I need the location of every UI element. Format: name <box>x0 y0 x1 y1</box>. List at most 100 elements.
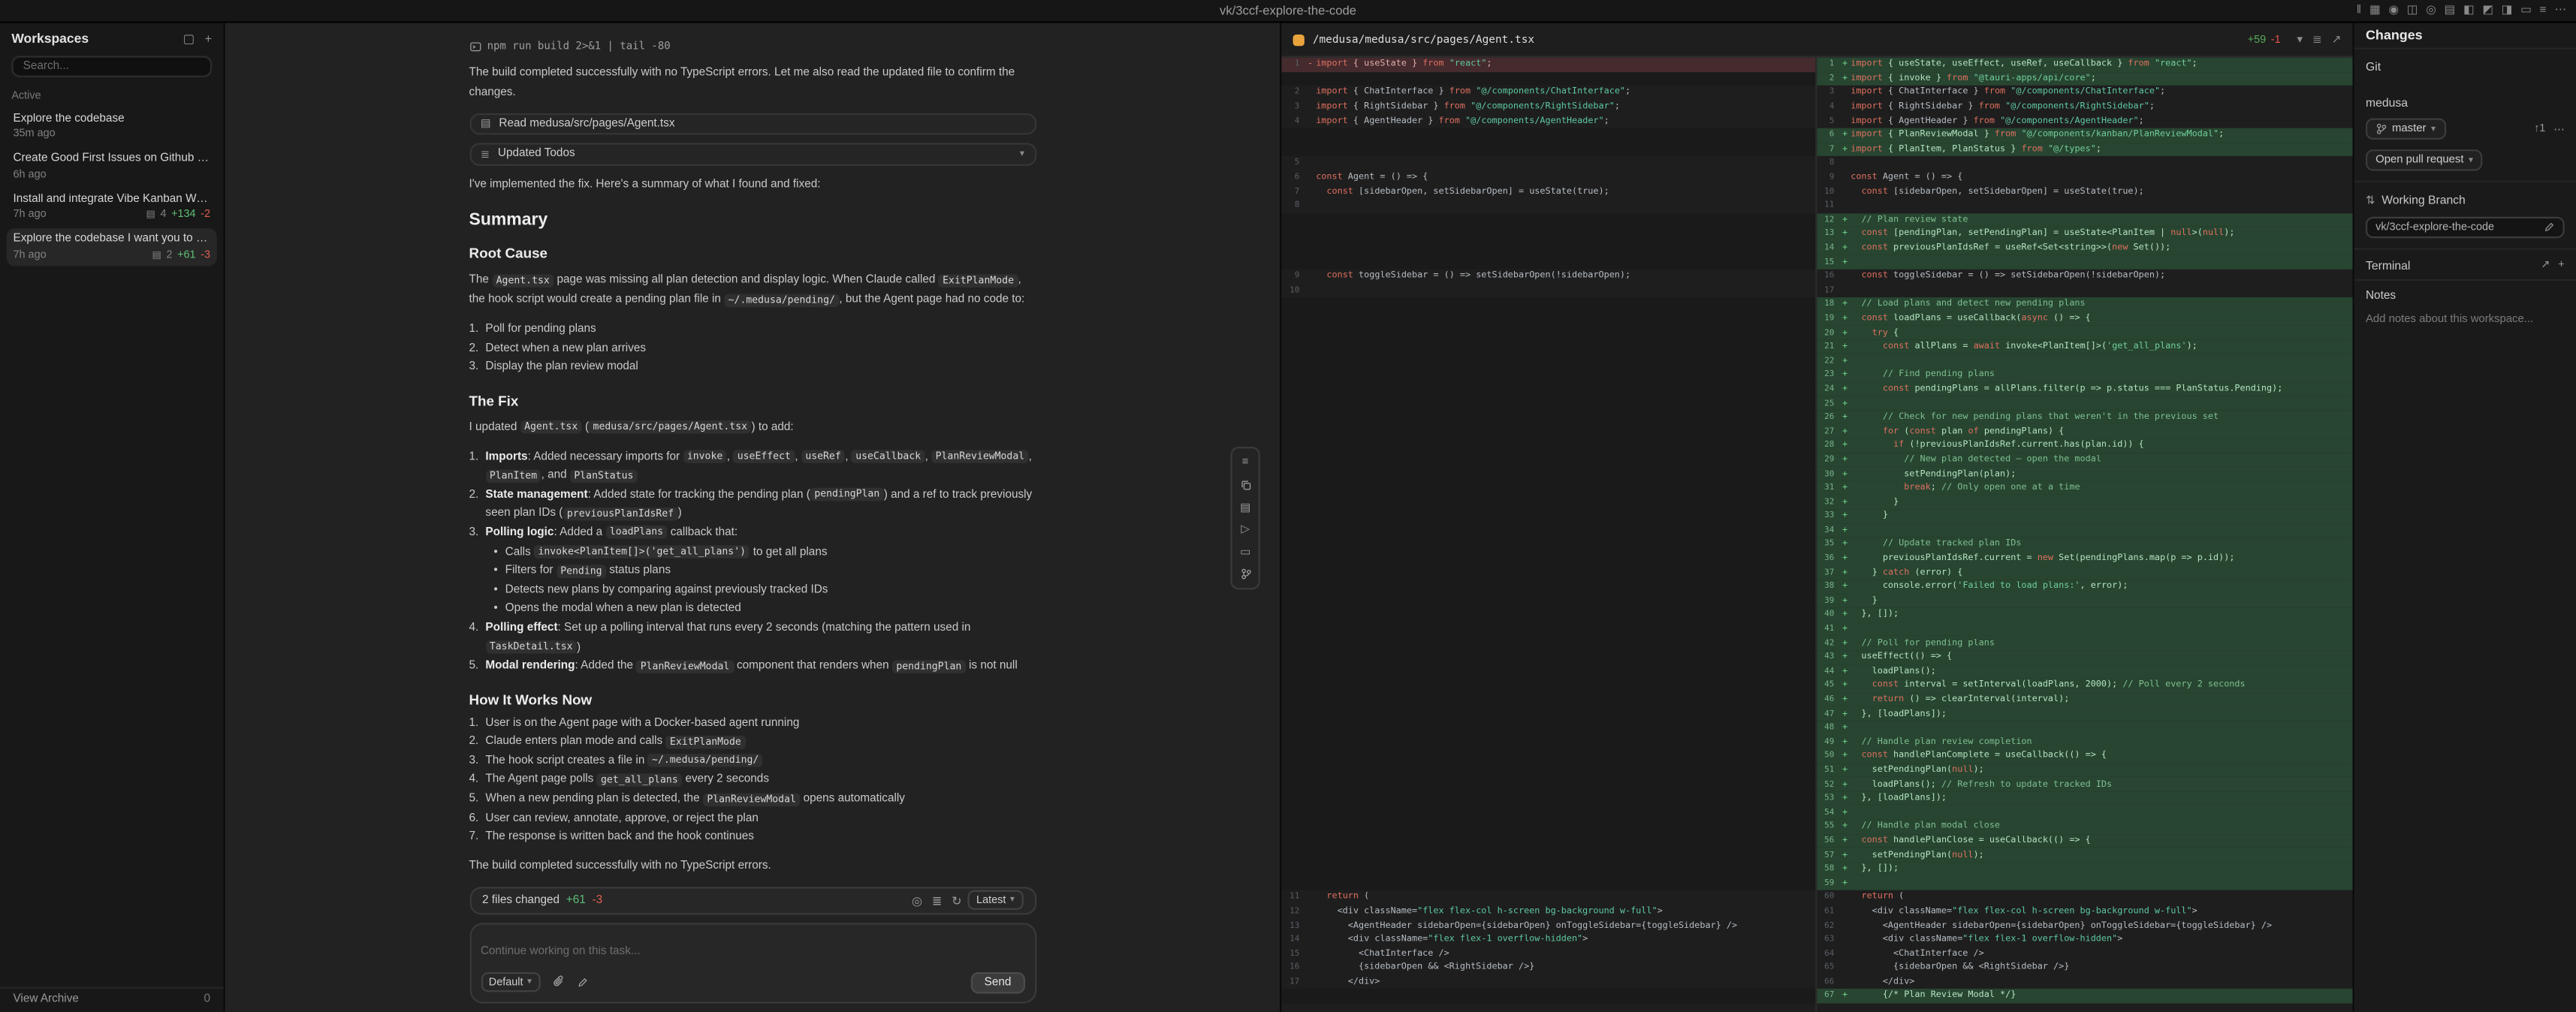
workspace-item[interactable]: Create Good First Issues on Github So...… <box>7 147 217 185</box>
changes-header: Changes <box>2354 23 2576 50</box>
eye-icon[interactable]: ◎ <box>912 893 922 908</box>
record-icon[interactable]: ◉ <box>2388 0 2398 23</box>
mode-selector[interactable]: Default ▾ <box>481 972 540 992</box>
files-changed-bar[interactable]: 2 files changed +61 -3 ◎≣↻ Latest ▾ <box>469 886 1036 914</box>
diff-filler <box>1281 594 1814 608</box>
diff-line: 7 const [sidebarOpen, setSidebarOpen] = … <box>1281 185 1814 199</box>
pause-icon[interactable]: ‖ <box>2357 0 2361 23</box>
commits-ahead-badge: ↑1 <box>2534 123 2545 134</box>
line-number: 49 <box>1816 737 1839 747</box>
line-number: 7 <box>1281 187 1305 197</box>
line-number: 5 <box>1816 116 1839 126</box>
open-terminal-icon[interactable]: ↗ <box>2541 258 2550 271</box>
list-item: 2.Detect when a new plan arrives <box>469 339 1036 358</box>
search-box[interactable] <box>11 56 212 77</box>
diff-filler <box>1281 735 1814 749</box>
sub-list-item: •Filters for Pending status plans <box>490 562 1036 580</box>
layout-icon[interactable]: ▢ <box>183 32 195 47</box>
panel-top-icon[interactable]: ◩ <box>2482 0 2493 23</box>
line-number: 44 <box>1816 667 1839 676</box>
eye-icon[interactable]: ◎ <box>2426 0 2436 23</box>
terminal-command-row[interactable]: npm run build 2>&1 | tail -80 <box>469 40 1036 53</box>
checklist-icon[interactable]: ≣ <box>932 893 942 908</box>
diff-line: 4import { RightSidebar } from "@/compone… <box>1816 100 2352 114</box>
diff-line: 8 <box>1281 199 1814 213</box>
more-icon[interactable]: ⋯ <box>2555 0 2566 23</box>
screen-share-icon[interactable]: ▭ <box>1240 544 1250 559</box>
line-number: 41 <box>1816 624 1839 634</box>
send-button[interactable]: Send <box>971 971 1024 992</box>
split-view-icon[interactable]: ◫ <box>2407 0 2418 23</box>
workspace-item[interactable]: Install and integrate Vibe Kanban Web...… <box>7 187 217 225</box>
update-todos-tool[interactable]: ≣Updated Todos▾ <box>469 143 1036 166</box>
workspace-item[interactable]: Explore the codebase I want you to ex...… <box>7 227 217 266</box>
diff-filler <box>1281 764 1814 778</box>
list-item: 6.User can review, annotate, approve, or… <box>469 809 1036 828</box>
message-input[interactable] <box>481 945 1024 956</box>
diff-filler <box>1281 650 1814 664</box>
file-type-icon <box>1293 34 1305 45</box>
diff-line: 46+ return () => clearInterval(interval)… <box>1816 693 2352 707</box>
clipboard-icon[interactable]: ▤ <box>1240 499 1250 514</box>
new-terminal-icon[interactable]: + <box>2558 259 2564 270</box>
search-input[interactable] <box>23 61 201 72</box>
checklist-icon[interactable]: ≣ <box>2312 33 2321 47</box>
line-number: 2 <box>1816 74 1839 83</box>
panel-right-icon[interactable]: ◨ <box>2502 0 2512 23</box>
chevron-down-icon[interactable]: ▾ <box>2297 33 2303 47</box>
attach-icon[interactable] <box>551 975 565 989</box>
diff-line: 66 </div> <box>1816 974 2352 989</box>
numbered-list: 1.Poll for pending plans2.Detect when a … <box>469 321 1036 378</box>
working-branch-input[interactable] <box>2375 221 2538 233</box>
branch-selector[interactable]: master ▾ <box>2366 119 2445 140</box>
panel-bottom-icon[interactable]: ▭ <box>2520 0 2531 23</box>
diff-line: 30+ setPendingPlan(plan); <box>1816 467 2352 481</box>
edit-icon[interactable] <box>2543 221 2554 233</box>
diff-line: 5 <box>1281 156 1814 170</box>
list-item: 3.The hook script creates a file in ~/.m… <box>469 752 1036 771</box>
workspace-title: Explore the codebase I want you to ex... <box>14 233 211 245</box>
view-archive-button[interactable]: View Archive 0 <box>0 986 224 1011</box>
grid-icon[interactable]: ▦ <box>2369 0 2380 23</box>
line-number: 62 <box>1816 920 1839 930</box>
drag-handle-icon[interactable]: ≡ <box>1242 455 1249 470</box>
read-file-tool[interactable]: ▤Read medusa/src/pages/Agent.tsx <box>469 113 1036 135</box>
git-branch-icon[interactable] <box>1239 566 1250 581</box>
diff-scroll-area[interactable]: 1-import { useState } from "react";2impo… <box>1281 58 2352 1011</box>
diff-line: 5import { AgentHeader } from "@/componen… <box>1816 114 2352 128</box>
workspace-item[interactable]: Explore the codebase 35m ago <box>7 107 217 145</box>
terminal-section: Terminal ↗ + <box>2354 250 2576 282</box>
line-number: 7 <box>1816 144 1839 154</box>
file-count: 4 <box>160 209 166 220</box>
copy-icon[interactable] <box>1239 477 1250 492</box>
chat-scroll-area[interactable]: npm run build 2>&1 | tail -80The build c… <box>225 23 1280 881</box>
diff-line: 3import { ChatInterface } from "@/compon… <box>1816 86 2352 100</box>
diff-line: 11 <box>1816 199 2352 213</box>
diff-line: 17 </div> <box>1281 974 1814 989</box>
external-link-icon[interactable]: ↗ <box>2332 33 2341 47</box>
workspace-time: 35m ago <box>14 128 56 140</box>
open-pull-request-button[interactable]: Open pull request ▾ <box>2366 149 2483 170</box>
diff-filler <box>1281 396 1814 411</box>
refresh-icon[interactable]: ↻ <box>952 893 961 908</box>
diff-line: 43+ useEffect(() => { <box>1816 650 2352 664</box>
list-icon[interactable]: ≡ <box>2540 0 2547 23</box>
diff-line: 56+ const handlePlanClose = useCallback(… <box>1816 833 2352 848</box>
line-number: 14 <box>1281 935 1305 944</box>
notes-placeholder[interactable]: Add notes about this workspace... <box>2366 314 2565 325</box>
workspaces-sidebar: Workspaces ▢ + Active Explore the codeba… <box>0 23 225 1011</box>
more-icon[interactable]: ⋯ <box>2553 122 2564 136</box>
play-icon[interactable]: ▷ <box>1241 522 1249 537</box>
rows-icon[interactable]: ▤ <box>2445 0 2455 23</box>
working-branch-field[interactable] <box>2366 217 2565 238</box>
diff-line: 15+ <box>1816 255 2352 270</box>
diff-line: 61 <div className="flex flex-col h-scree… <box>1816 904 2352 918</box>
panel-left-icon[interactable]: ◧ <box>2463 0 2474 23</box>
diff-line: 64 <ChatInterface /> <box>1816 947 2352 961</box>
status-bar-icons: ◎ ≣ ↻ <box>912 893 961 908</box>
edit-icon[interactable] <box>576 976 587 987</box>
line-number: 10 <box>1281 285 1305 295</box>
add-workspace-button[interactable]: + <box>204 32 212 47</box>
version-selector[interactable]: Latest ▾ <box>968 890 1023 910</box>
inline-code: ExitPlanMode <box>665 736 745 749</box>
